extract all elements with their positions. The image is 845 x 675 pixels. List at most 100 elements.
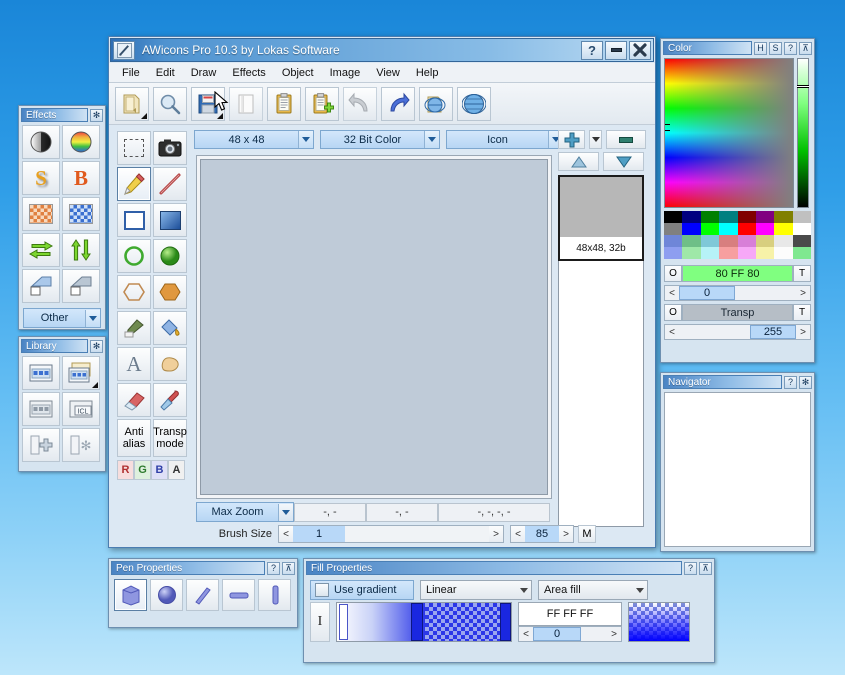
swatch[interactable] <box>700 247 720 259</box>
chevron-down-icon[interactable] <box>298 131 313 148</box>
menu-item-view[interactable]: View <box>369 65 407 81</box>
menu-item-edit[interactable]: Edit <box>149 65 182 81</box>
roll-up-button[interactable]: ⊼ <box>282 561 295 575</box>
fill-tool[interactable] <box>153 311 187 345</box>
fill-mode-combo[interactable]: Area fill <box>538 580 648 600</box>
drawing-canvas[interactable] <box>200 159 548 495</box>
swatch[interactable] <box>737 235 756 247</box>
add-image-dropdown[interactable] <box>589 130 603 149</box>
gradient-stop-start[interactable] <box>339 604 348 640</box>
library-remove-item[interactable]: ✻ <box>62 428 100 462</box>
swatch[interactable] <box>700 235 720 247</box>
secondary-color-value[interactable]: Transp <box>682 304 793 321</box>
library-open[interactable] <box>62 356 100 390</box>
gradient-position-slider[interactable]: < 0 > <box>518 626 622 642</box>
slider-thumb[interactable]: 0 <box>533 627 581 641</box>
effect-checker-blue[interactable] <box>62 197 100 231</box>
help-button[interactable]: ? <box>684 561 697 575</box>
rectangle-tool[interactable] <box>117 203 151 237</box>
filled-rectangle-tool[interactable] <box>153 203 187 237</box>
swatch[interactable] <box>774 211 793 223</box>
effect-rotate-left[interactable] <box>22 269 60 303</box>
swatch[interactable] <box>774 235 793 247</box>
library-save[interactable] <box>22 392 60 426</box>
effect-checker-orange[interactable] <box>22 197 60 231</box>
hue-saturation-field[interactable] <box>664 58 794 208</box>
spinner-right-arrow[interactable]: > <box>559 526 573 542</box>
swatch[interactable] <box>792 247 811 259</box>
smudge-tool[interactable] <box>153 347 187 381</box>
move-up-button[interactable] <box>558 152 599 171</box>
gradient-type-combo[interactable]: Linear <box>420 580 532 600</box>
value-slider-thumb[interactable] <box>797 85 809 88</box>
swatch[interactable] <box>719 211 738 223</box>
minimize-button[interactable] <box>605 40 627 60</box>
chevron-down-icon[interactable] <box>516 582 531 599</box>
effect-rotate-right[interactable] <box>62 269 100 303</box>
move-down-button[interactable] <box>603 152 644 171</box>
effect-bold-b[interactable]: B <box>62 161 100 195</box>
size-combo[interactable]: 48 x 48 <box>194 130 314 149</box>
chevron-down-icon[interactable] <box>278 503 293 521</box>
primary-opacity-button[interactable]: O <box>664 265 682 282</box>
primary-color-value[interactable]: 80 FF 80 <box>682 265 793 282</box>
library-icl[interactable]: ICL <box>62 392 100 426</box>
use-gradient-checkbox[interactable]: Use gradient <box>310 580 414 600</box>
primary-transparency-button[interactable]: T <box>793 265 811 282</box>
swatch[interactable] <box>682 211 701 223</box>
palette-row[interactable] <box>664 247 811 259</box>
value-slider[interactable] <box>797 58 809 208</box>
open-from-web-button[interactable] <box>419 86 453 121</box>
effects-other-combo[interactable]: Other <box>23 308 101 328</box>
gradient-marker-button[interactable]: I <box>310 602 330 642</box>
delete-image-button[interactable] <box>606 130 646 149</box>
polygon-tool[interactable] <box>117 275 151 309</box>
add-image-button[interactable] <box>558 130 586 149</box>
slider-track[interactable]: 0 <box>533 627 607 641</box>
swatch[interactable] <box>719 223 738 235</box>
channel-toggle-b[interactable]: B <box>151 460 168 480</box>
menu-item-help[interactable]: Help <box>409 65 446 81</box>
channel-toggle-g[interactable]: G <box>134 460 151 480</box>
web-button[interactable] <box>457 86 491 121</box>
slider-right-arrow[interactable]: > <box>796 325 810 339</box>
pen-shape-vertical[interactable] <box>258 579 291 611</box>
swatch[interactable] <box>774 247 793 259</box>
slider-right-arrow[interactable]: > <box>796 286 810 300</box>
help-button[interactable]: ? <box>581 40 603 60</box>
swatch[interactable] <box>719 247 738 259</box>
slider-track[interactable]: 255 <box>679 325 796 339</box>
swatch[interactable] <box>792 235 811 247</box>
pen-shape-round[interactable] <box>150 579 183 611</box>
slider-thumb[interactable]: 255 <box>750 325 796 339</box>
zoom-combo[interactable]: Max Zoom <box>196 502 294 522</box>
close-button[interactable] <box>629 40 651 60</box>
slider-left-arrow[interactable]: < <box>665 325 679 339</box>
line-tool[interactable] <box>153 167 187 201</box>
close-icon[interactable]: ✻ <box>799 375 812 389</box>
library-new[interactable] <box>22 356 60 390</box>
swatch[interactable] <box>682 223 701 235</box>
brush-size-spinner[interactable]: < 1 > <box>278 525 504 543</box>
secondary-transparency-button[interactable]: T <box>793 304 811 321</box>
gradient-stop-mid[interactable] <box>411 603 423 641</box>
roll-up-button[interactable]: ⊼ <box>799 41 812 55</box>
text-tool[interactable]: A <box>117 347 151 381</box>
effect-rainbow[interactable] <box>62 125 100 159</box>
palette-row[interactable] <box>664 223 811 235</box>
help-button[interactable]: ? <box>784 41 797 55</box>
image-thumbnail[interactable]: 48x48, 32b <box>558 175 644 261</box>
swatch[interactable] <box>755 211 775 223</box>
palette-row[interactable] <box>664 235 811 247</box>
gradient-color-value[interactable]: FF FF FF <box>518 602 622 626</box>
swatch[interactable] <box>719 235 738 247</box>
help-button[interactable]: ? <box>784 375 797 389</box>
swatch[interactable] <box>755 235 775 247</box>
roll-up-button[interactable]: ⊼ <box>699 561 712 575</box>
menu-item-effects[interactable]: Effects <box>225 65 272 81</box>
redo-button[interactable] <box>381 86 415 121</box>
close-icon[interactable]: ✻ <box>90 339 103 353</box>
select-rectangle-tool[interactable] <box>117 131 151 165</box>
gradient-editor[interactable] <box>336 602 512 642</box>
save-button[interactable] <box>191 86 229 121</box>
